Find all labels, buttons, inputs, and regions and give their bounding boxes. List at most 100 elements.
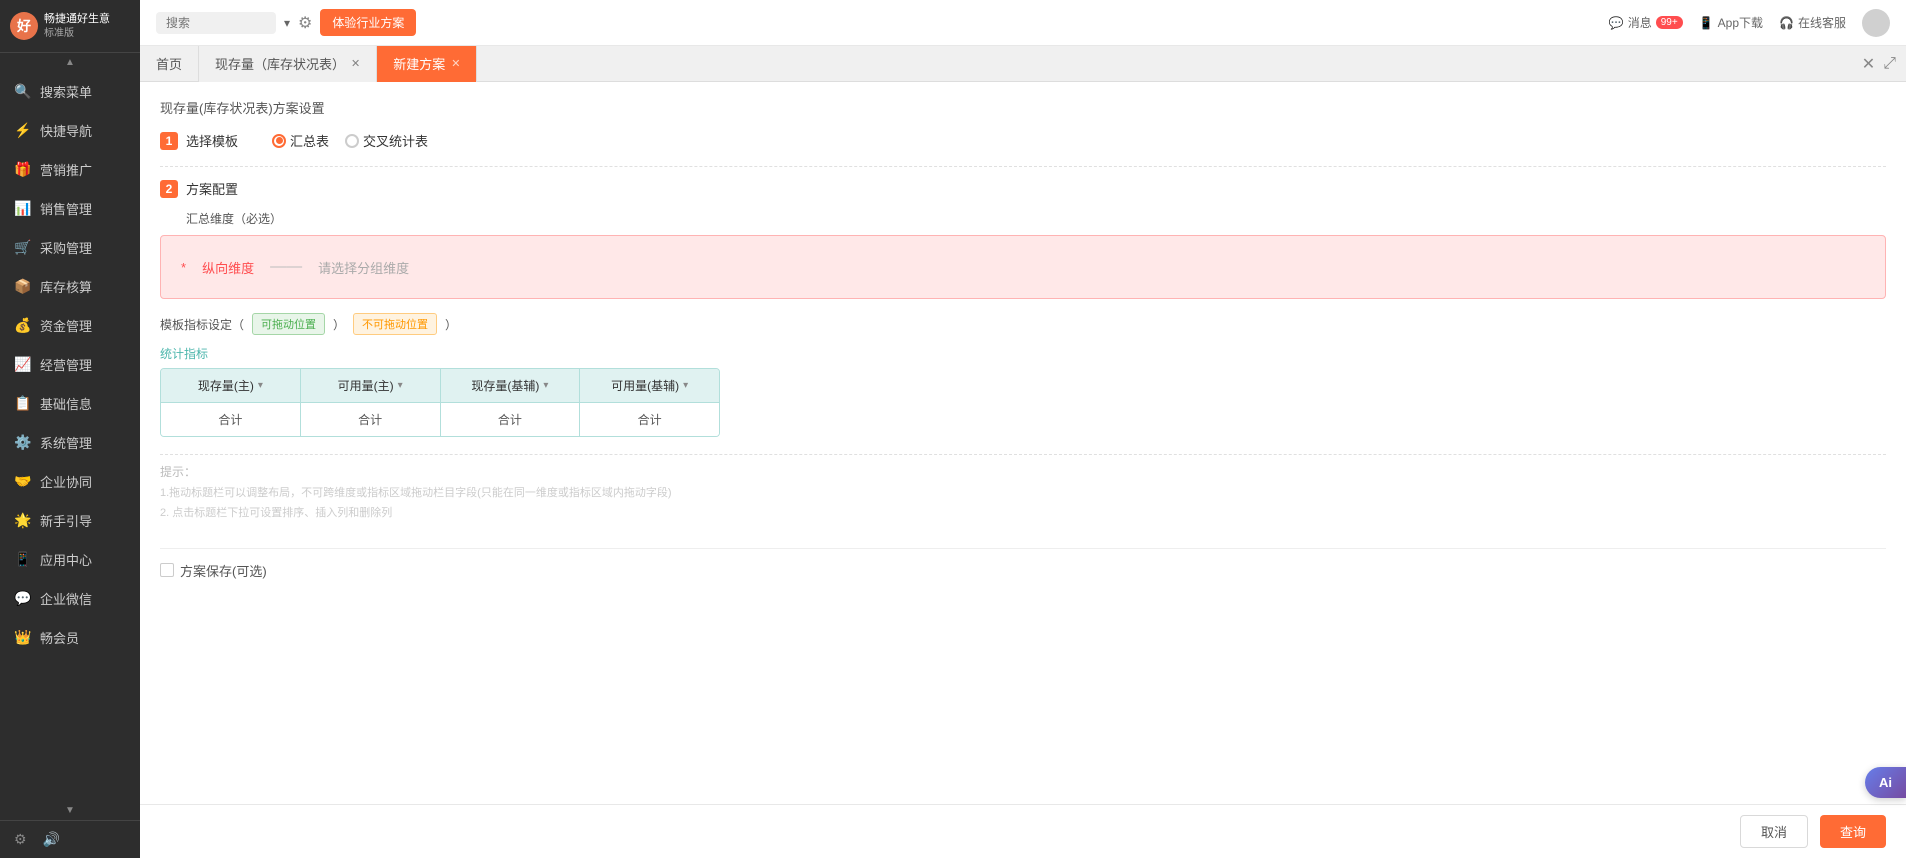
section1-title: 选择模板 (186, 131, 238, 150)
sidebar-bottom: ⚙ 🔊 (0, 820, 140, 858)
page-title: 现存量(库存状况表)方案设置 (160, 98, 1886, 117)
radio-cross[interactable]: 交叉统计表 (345, 131, 428, 150)
industry-plan-button[interactable]: 体验行业方案 (320, 9, 416, 36)
stats-section-label: 统计指标 (160, 345, 1886, 362)
stats-col-2-header-label: 现存量(基辅) (471, 377, 539, 394)
operations-icon: 📈 (14, 356, 32, 374)
dimension-placeholder: 请选择分组维度 (318, 258, 409, 277)
sidebar-item-app-center[interactable]: 📱 应用中心 (0, 540, 140, 579)
radio-summary[interactable]: 汇总表 (272, 131, 329, 150)
app-name: 畅捷通好生意 标准版 (44, 12, 110, 39)
tab-home[interactable]: 首页 (140, 46, 199, 82)
footer-bar: 取消 查询 (140, 804, 1906, 858)
search-input[interactable] (156, 12, 276, 34)
sidebar-item-quick-nav[interactable]: ⚡ 快捷导航 (0, 111, 140, 150)
dimension-divider: —— (270, 258, 302, 276)
system-icon: ⚙️ (14, 434, 32, 452)
sidebar-item-marketing[interactable]: 🎁 营销推广 (0, 150, 140, 189)
sidebar-item-guide[interactable]: 🌟 新手引导 (0, 501, 140, 540)
stats-col-1-header: 可用量(主) ▾ (301, 369, 440, 403)
tab-new-plan-label: 新建方案 (393, 54, 445, 73)
sidebar-item-member[interactable]: 👑 畅会员 (0, 618, 140, 657)
save-option: 方案保存(可选) (160, 548, 1886, 580)
tab-new-plan-close-icon[interactable]: ✕ (451, 57, 460, 70)
indicator-close: ） (445, 316, 457, 333)
stats-col-0-body: 合计 (161, 403, 300, 436)
sound-icon[interactable]: 🔊 (43, 831, 60, 848)
sidebar-item-operations[interactable]: 📈 经营管理 (0, 345, 140, 384)
finance-icon: 💰 (14, 317, 32, 335)
tab-inventory-status[interactable]: 现存量（库存状况表） ✕ (199, 46, 377, 82)
template-radio-group: 汇总表 交叉统计表 (272, 131, 428, 150)
search-dropdown-icon[interactable]: ▾ (284, 16, 290, 30)
stats-col-1: 可用量(主) ▾ 合计 (301, 369, 441, 436)
main-area: ▾ ⚙ 体验行业方案 💬 消息 99+ 📱 App下载 🎧 在线客服 首页 (140, 0, 1906, 858)
stats-col-3: 可用量(基辅) ▾ 合计 (580, 369, 719, 436)
sidebar-item-purchase[interactable]: 🛒 采购管理 (0, 228, 140, 267)
quick-nav-icon: ⚡ (14, 122, 32, 140)
contract-icon: 🤝 (14, 473, 32, 491)
cancel-button[interactable]: 取消 (1740, 815, 1808, 848)
sidebar-item-basic-info[interactable]: 📋 基础信息 (0, 384, 140, 423)
tab-inventory-label: 现存量（库存状况表） (215, 54, 345, 73)
online-service-label: 在线客服 (1798, 14, 1846, 31)
sidebar-nav: 🔍 搜索菜单 ⚡ 快捷导航 🎁 营销推广 📊 销售管理 🛒 采购管理 📦 库存核… (0, 72, 140, 801)
topbar-left: ▾ ⚙ 体验行业方案 (156, 9, 416, 36)
sidebar-item-finance[interactable]: 💰 资金管理 (0, 306, 140, 345)
radio-cross-label: 交叉统计表 (363, 131, 428, 150)
sidebar-item-contract[interactable]: 🤝 企业协同 (0, 462, 140, 501)
sidebar-item-system[interactable]: ⚙️ 系统管理 (0, 423, 140, 462)
stats-col-2-header: 现存量(基辅) ▾ (441, 369, 580, 403)
topbar-gear-icon[interactable]: ⚙ (298, 13, 312, 33)
section1-header: 1 选择模板 汇总表 交叉统计表 (160, 131, 1886, 150)
sidebar-item-sales[interactable]: 📊 销售管理 (0, 189, 140, 228)
stats-col-0-chevron[interactable]: ▾ (258, 380, 263, 391)
sidebar-scroll-down[interactable]: ▼ (0, 801, 140, 820)
message-label: 消息 (1628, 14, 1652, 31)
section2-number: 2 (160, 180, 178, 198)
radio-summary-circle (272, 134, 286, 148)
basic-info-icon: 📋 (14, 395, 32, 413)
sidebar-item-inventory[interactable]: 📦 库存核算 (0, 267, 140, 306)
member-icon: 👑 (14, 629, 32, 647)
stats-table: 现存量(主) ▾ 合计 可用量(主) ▾ 合计 (160, 368, 720, 437)
query-button[interactable]: 查询 (1820, 815, 1886, 848)
stats-col-2-body: 合计 (441, 403, 580, 436)
sidebar-scroll-up[interactable]: ▲ (0, 53, 140, 72)
sidebar-item-wechat[interactable]: 💬 企业微信 (0, 579, 140, 618)
save-checkbox[interactable] (160, 563, 174, 577)
stats-table-header: 现存量(主) ▾ 合计 可用量(主) ▾ 合计 (161, 369, 719, 436)
indicator-settings-text: 模板指标设定（ (160, 316, 244, 333)
headset-icon: 🎧 (1779, 16, 1794, 30)
section-plan-config: 2 方案配置 汇总维度（必选） * 纵向维度 —— 请选择分组维度 模板指标设定… (160, 166, 1886, 532)
user-avatar[interactable] (1862, 9, 1890, 37)
section1-number: 1 (160, 132, 178, 150)
online-service-btn[interactable]: 🎧 在线客服 (1779, 14, 1846, 31)
tab-new-plan[interactable]: 新建方案 ✕ (377, 46, 477, 82)
content-area: 现存量(库存状况表)方案设置 1 选择模板 汇总表 交叉统计表 (140, 82, 1906, 804)
sidebar-logo: 好 畅捷通好生意 标准版 (0, 0, 140, 53)
topbar-right: 💬 消息 99+ 📱 App下载 🎧 在线客服 (1609, 9, 1890, 37)
dimension-area[interactable]: * 纵向维度 —— 请选择分组维度 (160, 235, 1886, 299)
settings-icon[interactable]: ⚙ (14, 831, 27, 848)
tab-close-all-icon[interactable]: ✕ (1862, 54, 1875, 74)
stats-col-2-chevron[interactable]: ▾ (543, 380, 548, 391)
tab-expand-icon[interactable]: ⤢ (1883, 55, 1896, 73)
section2-title: 方案配置 (186, 179, 238, 198)
tips-item-0: 1.拖动标题栏可以调整布局，不可跨维度或指标区域拖动栏目字段(只能在同一维度或指… (160, 484, 1886, 504)
draggable-badge: 可拖动位置 (252, 313, 325, 335)
section-choose-template: 1 选择模板 汇总表 交叉统计表 (160, 131, 1886, 150)
non-draggable-badge: 不可拖动位置 (353, 313, 437, 335)
message-badge[interactable]: 💬 消息 99+ (1609, 14, 1683, 31)
ai-float-button[interactable]: Ai (1865, 767, 1906, 798)
stats-col-1-body: 合计 (301, 403, 440, 436)
guide-icon: 🌟 (14, 512, 32, 530)
tab-inventory-close-icon[interactable]: ✕ (351, 57, 360, 70)
stats-col-3-chevron[interactable]: ▾ (683, 380, 688, 391)
search-menu-icon: 🔍 (14, 83, 32, 101)
inventory-icon: 📦 (14, 278, 32, 296)
sidebar-item-search-menu[interactable]: 🔍 搜索菜单 (0, 72, 140, 111)
tips-section: 提示： 1.拖动标题栏可以调整布局，不可跨维度或指标区域拖动栏目字段(只能在同一… (160, 454, 1886, 532)
app-download-btn[interactable]: 📱 App下载 (1699, 14, 1763, 31)
stats-col-1-chevron[interactable]: ▾ (398, 380, 403, 391)
